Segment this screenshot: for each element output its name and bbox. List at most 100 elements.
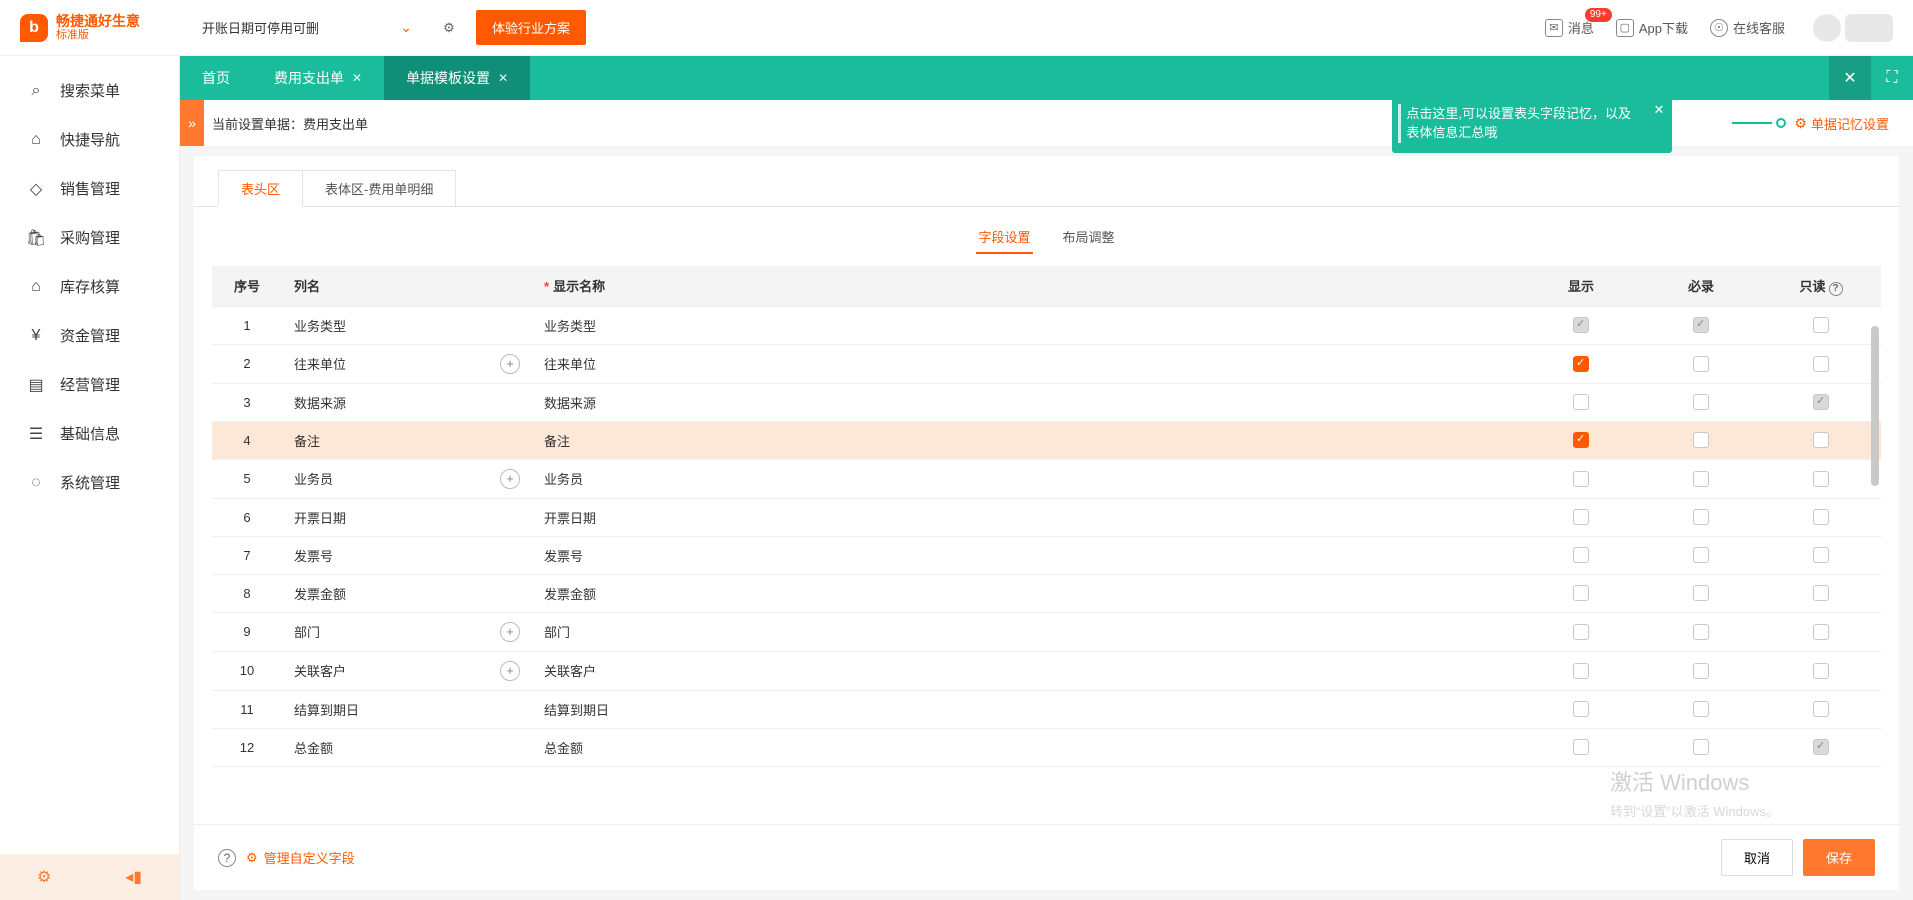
settings-gear-button[interactable]: ⚙ [434, 13, 464, 43]
manage-custom-fields-link[interactable]: ⚙ 管理自定义字段 [246, 848, 355, 867]
sidebar-item-quick-nav[interactable]: ⌂快捷导航 [0, 115, 179, 164]
checkbox[interactable] [1573, 585, 1589, 601]
sidebar-collapse-icon[interactable]: ◂▮ [125, 867, 142, 887]
tabs-close-all[interactable]: ✕ [1829, 56, 1871, 100]
memory-settings-link[interactable]: ⚙ 单据记忆设置 [1794, 114, 1889, 133]
checkbox[interactable] [1813, 509, 1829, 525]
cell-display[interactable]: 数据来源 [532, 383, 1521, 421]
checkbox[interactable] [1813, 471, 1829, 487]
table-row[interactable]: 4备注备注 [212, 421, 1881, 459]
sidebar-item-search-menu[interactable]: ⌕搜索菜单 [0, 66, 179, 115]
fields-table-wrap[interactable]: 序号 列名 *显示名称 显示 必录 只读? 1业务类型业务类型2往来单位+往来单… [212, 266, 1881, 824]
tab-单据模板设置[interactable]: 单据模板设置✕ [384, 56, 530, 100]
industry-plan-button[interactable]: 体验行业方案 [476, 10, 586, 45]
add-column-button[interactable]: + [500, 354, 520, 374]
checkbox[interactable] [1573, 356, 1589, 372]
support-link[interactable]: ☉ 在线客服 [1710, 18, 1785, 37]
checkbox[interactable] [1693, 585, 1709, 601]
checkbox[interactable] [1693, 432, 1709, 448]
tab-close-icon[interactable]: ✕ [352, 71, 362, 85]
table-row[interactable]: 9部门+部门 [212, 612, 1881, 651]
checkbox[interactable] [1693, 471, 1709, 487]
cell-display[interactable]: 发票金额 [532, 574, 1521, 612]
table-row[interactable]: 8发票金额发票金额 [212, 574, 1881, 612]
cell-display[interactable]: 总金额 [532, 728, 1521, 766]
cell-display[interactable]: 开票日期 [532, 498, 1521, 536]
sidebar-item-funds[interactable]: ¥资金管理 [0, 311, 179, 360]
cell-display[interactable]: 结算到期日 [532, 690, 1521, 728]
tab-费用支出单[interactable]: 费用支出单✕ [252, 56, 384, 100]
checkbox[interactable] [1573, 432, 1589, 448]
cell-display[interactable]: 发票号 [532, 536, 1521, 574]
sidebar-item-purchase[interactable]: 🛍采购管理 [0, 213, 179, 262]
checkbox[interactable] [1813, 663, 1829, 679]
sidebar-item-sales[interactable]: ◇销售管理 [0, 164, 179, 213]
checkbox[interactable] [1693, 356, 1709, 372]
sidebar-item-system[interactable]: ◌系统管理 [0, 458, 179, 507]
checkbox[interactable] [1573, 394, 1589, 410]
sub-tab-fields[interactable]: 字段设置 [976, 221, 1032, 254]
tab-close-icon[interactable]: ✕ [498, 71, 508, 85]
cancel-button[interactable]: 取消 [1721, 839, 1793, 876]
messages-link[interactable]: ✉ 消息 99+ [1545, 18, 1594, 37]
checkbox[interactable] [1813, 356, 1829, 372]
checkbox[interactable] [1813, 585, 1829, 601]
sub-tab-layout[interactable]: 布局调整 [1061, 221, 1117, 254]
table-row[interactable]: 3数据来源数据来源 [212, 383, 1881, 421]
scrollbar[interactable] [1869, 326, 1879, 814]
table-row[interactable]: 5业务员+业务员 [212, 459, 1881, 498]
area-tab-header[interactable]: 表头区 [218, 170, 303, 207]
cell-display[interactable]: 关联客户 [532, 651, 1521, 690]
save-button[interactable]: 保存 [1803, 839, 1875, 876]
checkbox[interactable] [1813, 547, 1829, 563]
help-icon[interactable]: ? [1829, 282, 1843, 296]
checkbox[interactable] [1813, 624, 1829, 640]
checkbox[interactable] [1573, 739, 1589, 755]
checkbox[interactable] [1573, 547, 1589, 563]
cell-display[interactable]: 往来单位 [532, 344, 1521, 383]
checkbox[interactable] [1693, 394, 1709, 410]
checkbox[interactable] [1813, 317, 1829, 333]
checkbox[interactable] [1693, 701, 1709, 717]
table-row[interactable]: 1业务类型业务类型 [212, 306, 1881, 344]
area-tab-body[interactable]: 表体区-费用单明细 [303, 170, 456, 207]
sidebar-settings-icon[interactable]: ⚙ [37, 867, 51, 887]
checkbox[interactable] [1693, 547, 1709, 563]
checkbox[interactable] [1813, 432, 1829, 448]
add-column-button[interactable]: + [500, 622, 520, 642]
cell-display[interactable]: 部门 [532, 612, 1521, 651]
logo-edition: 标准版 [56, 29, 140, 41]
sidebar-item-inventory[interactable]: ⌂库存核算 [0, 262, 179, 311]
checkbox[interactable] [1573, 624, 1589, 640]
tabs-fullscreen[interactable]: ⛶ [1871, 56, 1913, 100]
panel-expand-handle[interactable]: » [180, 100, 204, 146]
add-column-button[interactable]: + [500, 661, 520, 681]
table-row[interactable]: 12总金额总金额 [212, 728, 1881, 766]
checkbox[interactable] [1813, 701, 1829, 717]
checkbox[interactable] [1693, 624, 1709, 640]
checkbox[interactable] [1693, 739, 1709, 755]
cell-display[interactable]: 业务员 [532, 459, 1521, 498]
table-row[interactable]: 2往来单位+往来单位 [212, 344, 1881, 383]
table-row[interactable]: 10关联客户+关联客户 [212, 651, 1881, 690]
add-column-button[interactable]: + [500, 469, 520, 489]
sidebar-item-basic-info[interactable]: ☰基础信息 [0, 409, 179, 458]
checkbox[interactable] [1573, 471, 1589, 487]
checkbox[interactable] [1693, 663, 1709, 679]
avatar-group[interactable] [1813, 14, 1893, 42]
checkbox[interactable] [1573, 663, 1589, 679]
checkbox[interactable] [1573, 701, 1589, 717]
sidebar-item-operations[interactable]: ▤经营管理 [0, 360, 179, 409]
tab-首页[interactable]: 首页 [180, 56, 252, 100]
cell-display[interactable]: 业务类型 [532, 306, 1521, 344]
help-icon[interactable]: ? [218, 849, 236, 867]
table-row[interactable]: 11结算到期日结算到期日 [212, 690, 1881, 728]
cell-display[interactable]: 备注 [532, 421, 1521, 459]
app-download-link[interactable]: ▢ App下载 [1616, 18, 1688, 37]
tooltip-close-icon[interactable]: ✕ [1654, 100, 1665, 120]
checkbox[interactable] [1693, 509, 1709, 525]
table-row[interactable]: 6开票日期开票日期 [212, 498, 1881, 536]
table-row[interactable]: 7发票号发票号 [212, 536, 1881, 574]
checkbox[interactable] [1573, 509, 1589, 525]
account-selector[interactable]: 开账日期可停用可删 ⌄ [192, 12, 422, 43]
